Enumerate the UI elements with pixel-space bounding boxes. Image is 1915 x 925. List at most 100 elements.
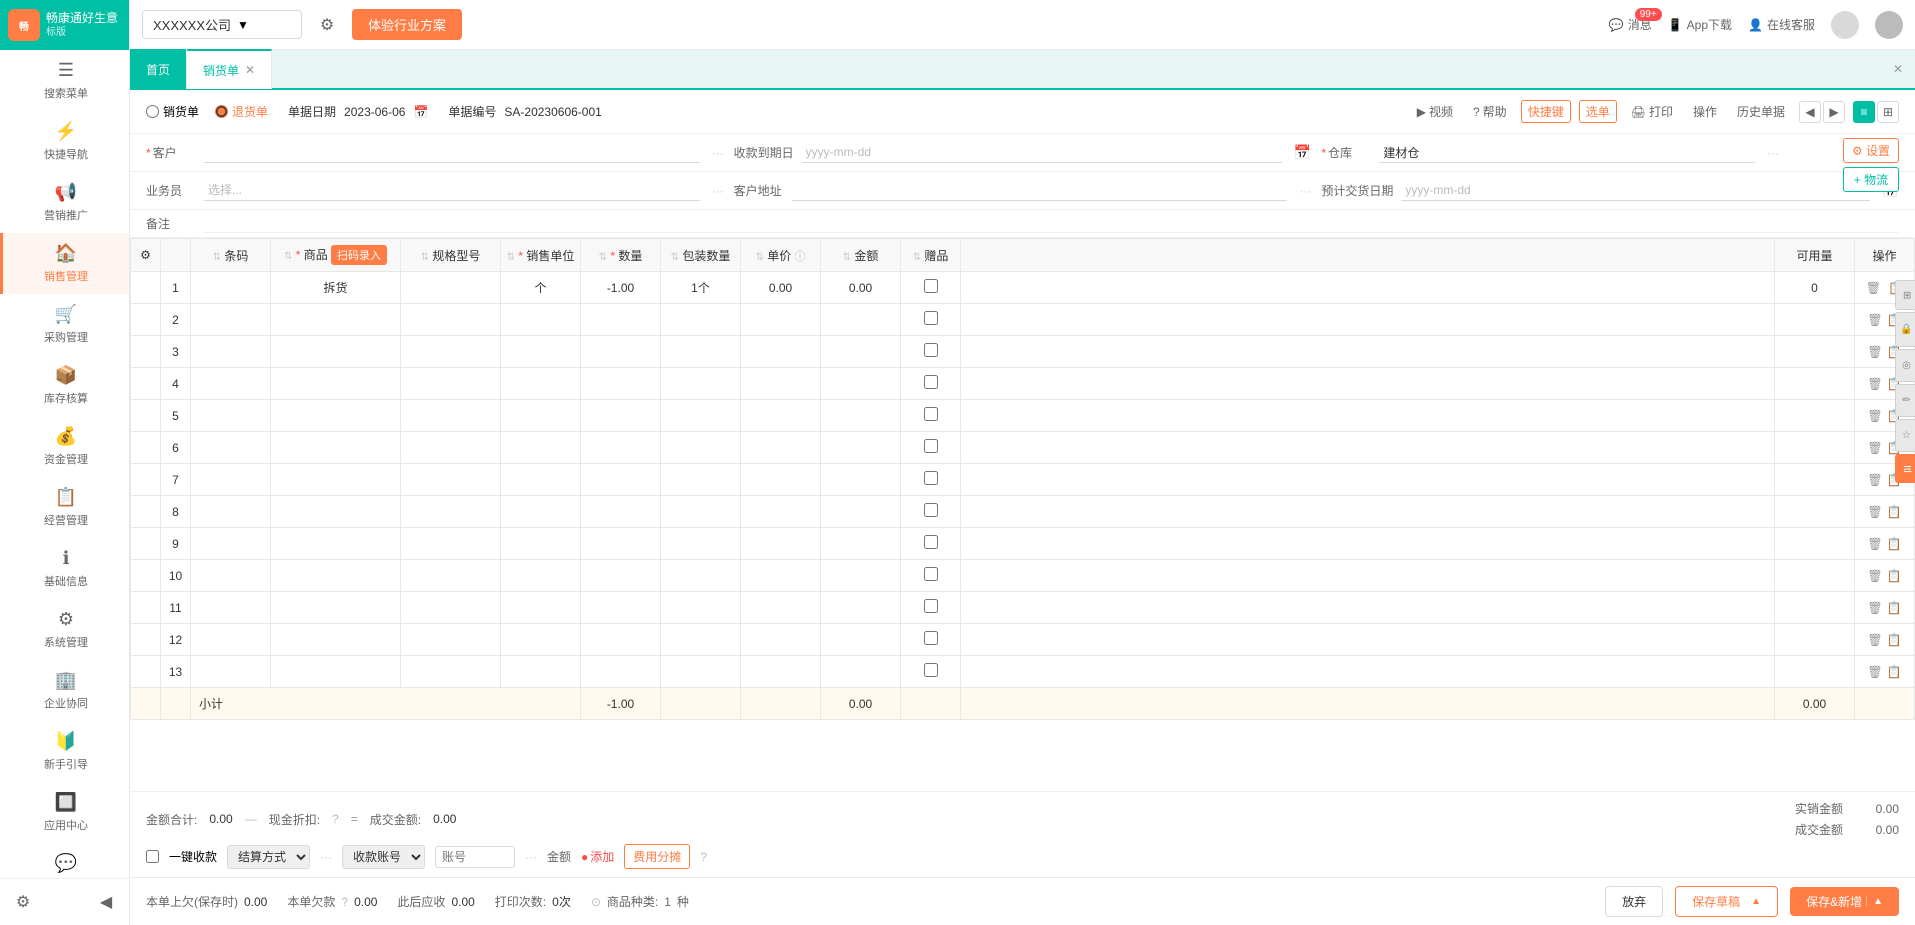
list-view-button[interactable]: ≡: [1853, 101, 1875, 123]
user-avatar2[interactable]: [1875, 11, 1903, 39]
sidebar-item-basic-info[interactable]: ℹ 基础信息: [0, 538, 129, 599]
row-price-cell[interactable]: 0.00: [741, 272, 821, 304]
copy-icon[interactable]: 📋: [1887, 665, 1902, 679]
gift-checkbox[interactable]: [924, 471, 938, 485]
grid-view-button[interactable]: ⊞: [1877, 101, 1899, 123]
company-selector[interactable]: XXXXXX公司 ▼: [142, 10, 302, 39]
settings-gear-button[interactable]: ⚙: [312, 10, 342, 40]
row-amount-cell[interactable]: [821, 304, 901, 336]
gift-checkbox[interactable]: [924, 375, 938, 389]
sidebar-item-system[interactable]: ⚙ 系统管理: [0, 599, 129, 660]
quick-panel-btn-1[interactable]: ⊞: [1895, 280, 1915, 310]
print-btn[interactable]: 🖨 打印: [1625, 100, 1679, 123]
row-gift-cell[interactable]: [901, 272, 961, 304]
add-button[interactable]: ● 添加: [581, 848, 614, 865]
customer-address-input[interactable]: [792, 180, 1288, 201]
delete-icon[interactable]: 🗑: [1867, 633, 1882, 647]
delete-icon[interactable]: 🗑: [1867, 601, 1882, 615]
gift-checkbox[interactable]: [924, 407, 938, 421]
quick-panel-btn-4[interactable]: ✏: [1895, 384, 1915, 417]
row-price-cell[interactable]: [741, 304, 821, 336]
row-barcode-cell[interactable]: [191, 272, 271, 304]
row-spec-cell[interactable]: [401, 272, 501, 304]
row-unit-cell[interactable]: 个: [501, 272, 581, 304]
sidebar-item-search-order[interactable]: ☰ 搜索菜单: [0, 50, 129, 111]
message-button[interactable]: 💬 消息 99+: [1609, 16, 1652, 33]
gift-checkbox[interactable]: [924, 311, 938, 325]
quick-panel-btn-3[interactable]: ◎: [1895, 349, 1915, 382]
discard-button[interactable]: 放弃: [1605, 886, 1663, 917]
delete-icon[interactable]: 🗑: [1867, 313, 1882, 327]
sidebar-item-enterprise-wechat[interactable]: 💬 企业微信: [0, 843, 129, 878]
settlement-dots-icon[interactable]: ···: [320, 850, 332, 864]
gift-checkbox[interactable]: [924, 631, 938, 645]
delete-icon[interactable]: 🗑: [1867, 665, 1882, 679]
close-tab-icon[interactable]: ✕: [1893, 62, 1903, 76]
settlement-select[interactable]: 结算方式: [227, 845, 310, 869]
sidebar-item-finance[interactable]: 💰 资金管理: [0, 416, 129, 477]
row-pkgqty-cell[interactable]: [661, 304, 741, 336]
row-unit-cell[interactable]: [501, 304, 581, 336]
online-support-button[interactable]: 👤 在线客服: [1748, 16, 1815, 33]
salesperson-dots-icon[interactable]: ···: [712, 184, 724, 198]
gift-checkbox[interactable]: [924, 567, 938, 581]
one-click-payment-checkbox[interactable]: [146, 850, 159, 863]
tab-sales-order[interactable]: 销货单 ✕: [187, 49, 272, 89]
expense-help-icon[interactable]: ?: [700, 850, 707, 864]
tab-close-icon[interactable]: ✕: [245, 63, 255, 77]
scan-button[interactable]: 扫码录入: [331, 245, 387, 265]
app-download-button[interactable]: 📱 App下载: [1668, 16, 1732, 33]
delete-icon[interactable]: 🗑: [1867, 345, 1882, 359]
row-qty-cell[interactable]: [581, 304, 661, 336]
user-avatar[interactable]: [1831, 11, 1859, 39]
logistics-button[interactable]: + 物流: [1843, 167, 1899, 192]
save-draft-button[interactable]: 保存草稿 ▲: [1675, 886, 1778, 917]
sidebar-item-quick-nav[interactable]: ⚡ 快捷导航: [0, 111, 129, 172]
row-qty-cell[interactable]: -1.00: [581, 272, 661, 304]
quick-panel-btn-6[interactable]: Itl: [1895, 454, 1915, 484]
discount-help-icon[interactable]: ?: [332, 812, 339, 826]
sidebar-item-app-center[interactable]: 🔲 应用中心: [0, 782, 129, 843]
gift-checkbox[interactable]: [924, 663, 938, 677]
row-spec-cell[interactable]: [401, 304, 501, 336]
gift-checkbox[interactable]: [924, 343, 938, 357]
gift-checkbox[interactable]: [924, 599, 938, 613]
quick-panel-btn-2[interactable]: 🔒: [1895, 312, 1915, 346]
copy-icon[interactable]: 📋: [1887, 601, 1902, 615]
shortcut-btn[interactable]: 快捷键: [1521, 100, 1571, 123]
row-barcode-cell[interactable]: [191, 304, 271, 336]
select-btn[interactable]: 选单: [1579, 100, 1617, 123]
delete-icon[interactable]: 🗑: [1867, 441, 1882, 455]
gift-checkbox[interactable]: [924, 439, 938, 453]
delete-icon[interactable]: 🗑: [1867, 569, 1882, 583]
operate-btn[interactable]: 操作: [1687, 100, 1723, 123]
row-pkgqty-cell[interactable]: 1个: [661, 272, 741, 304]
gift-checkbox[interactable]: [924, 503, 938, 517]
sidebar-item-purchase[interactable]: 🛒 采购管理: [0, 294, 129, 355]
salesperson-input[interactable]: [204, 180, 700, 201]
delete-icon[interactable]: 🗑: [1866, 281, 1881, 295]
delivery-date-input[interactable]: [1401, 180, 1869, 201]
customer-input[interactable]: [204, 142, 700, 163]
sidebar-item-sales[interactable]: 🏠 销售管理: [0, 233, 129, 294]
sale-radio[interactable]: 销货单: [146, 103, 199, 120]
expense-split-button[interactable]: 费用分摊: [624, 844, 690, 869]
help-btn[interactable]: ? 帮助: [1467, 100, 1513, 123]
quick-panel-btn-5[interactable]: ☆: [1895, 419, 1915, 452]
tab-home[interactable]: 首页: [130, 49, 187, 89]
sidebar-collapse-button[interactable]: ◀: [91, 887, 121, 917]
product-type-icon[interactable]: ⊙: [591, 895, 601, 909]
payment-date-input[interactable]: [802, 142, 1282, 163]
address-dots-icon[interactable]: ···: [1299, 184, 1311, 198]
sidebar-item-enterprise[interactable]: 🏢 企业协同: [0, 660, 129, 721]
row-gift-cell[interactable]: [901, 304, 961, 336]
copy-icon[interactable]: 📋: [1887, 505, 1902, 519]
copy-icon[interactable]: 📋: [1887, 569, 1902, 583]
account-select[interactable]: 收款账号: [342, 845, 425, 869]
trial-button[interactable]: 体验行业方案: [352, 9, 462, 40]
delete-icon[interactable]: 🗑: [1867, 473, 1882, 487]
gift-checkbox[interactable]: [924, 535, 938, 549]
account-dots-icon[interactable]: ···: [525, 850, 537, 864]
history-btn[interactable]: 历史单据: [1731, 100, 1791, 123]
warehouse-input[interactable]: [1379, 142, 1755, 163]
